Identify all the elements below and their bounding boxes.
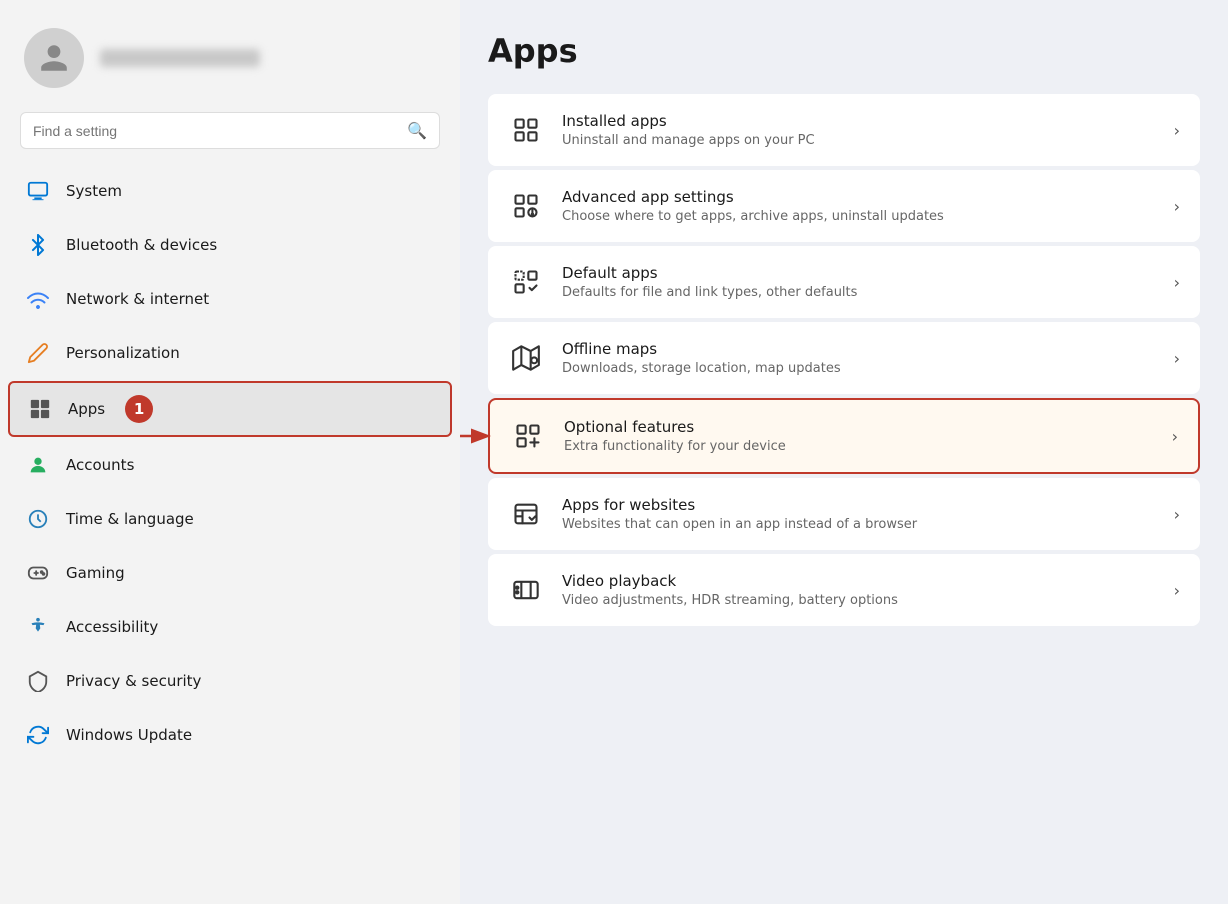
network-icon [24, 285, 52, 313]
settings-item-apps-websites[interactable]: Apps for websites Websites that can open… [488, 478, 1200, 550]
chevron-icon: › [1174, 349, 1180, 368]
pencil-icon [24, 339, 52, 367]
installed-apps-text: Installed apps Uninstall and manage apps… [562, 112, 1156, 148]
advanced-icon [508, 188, 544, 224]
search-box[interactable]: 🔍 [20, 112, 440, 149]
offline-maps-desc: Downloads, storage location, map updates [562, 361, 1156, 376]
sidebar-item-time[interactable]: Time & language [8, 493, 452, 545]
sidebar-item-update[interactable]: Windows Update [8, 709, 452, 761]
chevron-icon: › [1172, 427, 1178, 446]
apps-websites-desc: Websites that can open in an app instead… [562, 517, 1156, 532]
settings-item-video-playback[interactable]: Video playback Video adjustments, HDR st… [488, 554, 1200, 626]
search-icon: 🔍 [407, 121, 427, 140]
sidebar-item-privacy[interactable]: Privacy & security [8, 655, 452, 707]
optional-features-desc: Extra functionality for your device [564, 439, 1154, 454]
chevron-icon: › [1174, 273, 1180, 292]
apps-icon [26, 395, 54, 423]
apps-websites-icon [508, 496, 544, 532]
time-icon [24, 505, 52, 533]
sidebar-item-bluetooth[interactable]: Bluetooth & devices [8, 219, 452, 271]
update-icon [24, 721, 52, 749]
search-input[interactable] [33, 123, 399, 139]
sidebar-item-label: Gaming [66, 564, 125, 582]
settings-item-advanced[interactable]: Advanced app settings Choose where to ge… [488, 170, 1200, 242]
badge-1: 1 [125, 395, 153, 423]
offline-maps-title: Offline maps [562, 340, 1156, 358]
settings-item-installed-apps[interactable]: Installed apps Uninstall and manage apps… [488, 94, 1200, 166]
sidebar-item-gaming[interactable]: Gaming [8, 547, 452, 599]
offline-maps-text: Offline maps Downloads, storage location… [562, 340, 1156, 376]
chevron-icon: › [1174, 197, 1180, 216]
settings-item-default-apps[interactable]: Default apps Defaults for file and link … [488, 246, 1200, 318]
sidebar-item-label: Accessibility [66, 618, 158, 636]
apps-websites-text: Apps for websites Websites that can open… [562, 496, 1156, 532]
sidebar-item-network[interactable]: Network & internet [8, 273, 452, 325]
sidebar-item-label: Accounts [66, 456, 134, 474]
page-title: Apps [488, 32, 1200, 70]
sidebar-item-label: System [66, 182, 122, 200]
default-apps-icon [508, 264, 544, 300]
video-playback-desc: Video adjustments, HDR streaming, batter… [562, 593, 1156, 608]
settings-item-optional-features[interactable]: 2 Optional features Extra functionality … [488, 398, 1200, 474]
sidebar-item-label: Privacy & security [66, 672, 201, 690]
bluetooth-icon [24, 231, 52, 259]
accessibility-icon [24, 613, 52, 641]
sidebar-item-label: Time & language [66, 510, 194, 528]
optional-features-icon [510, 418, 546, 454]
installed-apps-desc: Uninstall and manage apps on your PC [562, 133, 1156, 148]
sidebar-item-label: Apps [68, 400, 105, 418]
sidebar-item-label: Network & internet [66, 290, 209, 308]
apps-websites-title: Apps for websites [562, 496, 1156, 514]
sidebar-item-apps[interactable]: Apps 1 [8, 381, 452, 437]
sidebar-item-label: Windows Update [66, 726, 192, 744]
sidebar-item-label: Personalization [66, 344, 180, 362]
main-content: Apps Installed apps Uninstall and manage… [460, 0, 1228, 904]
optional-features-text: Optional features Extra functionality fo… [564, 418, 1154, 454]
sidebar-header [0, 0, 460, 108]
default-apps-desc: Defaults for file and link types, other … [562, 285, 1156, 300]
arrow-2 [460, 426, 494, 446]
chevron-icon: › [1174, 121, 1180, 140]
user-icon [38, 42, 70, 74]
system-icon [24, 177, 52, 205]
installed-apps-title: Installed apps [562, 112, 1156, 130]
sidebar: 🔍 System Bluetooth & devices [0, 0, 460, 904]
annotation-2: 2 [460, 422, 494, 450]
privacy-icon [24, 667, 52, 695]
offline-maps-icon [508, 340, 544, 376]
default-apps-title: Default apps [562, 264, 1156, 282]
installed-apps-icon [508, 112, 544, 148]
chevron-icon: › [1174, 505, 1180, 524]
video-playback-title: Video playback [562, 572, 1156, 590]
chevron-icon: › [1174, 581, 1180, 600]
user-name [100, 49, 260, 67]
avatar [24, 28, 84, 88]
sidebar-item-label: Bluetooth & devices [66, 236, 217, 254]
advanced-text: Advanced app settings Choose where to ge… [562, 188, 1156, 224]
settings-item-offline-maps[interactable]: Offline maps Downloads, storage location… [488, 322, 1200, 394]
settings-list: Installed apps Uninstall and manage apps… [488, 94, 1200, 626]
advanced-title: Advanced app settings [562, 188, 1156, 206]
optional-features-title: Optional features [564, 418, 1154, 436]
sidebar-item-system[interactable]: System [8, 165, 452, 217]
default-apps-text: Default apps Defaults for file and link … [562, 264, 1156, 300]
sidebar-item-accessibility[interactable]: Accessibility [8, 601, 452, 653]
advanced-desc: Choose where to get apps, archive apps, … [562, 209, 1156, 224]
sidebar-item-accounts[interactable]: Accounts [8, 439, 452, 491]
sidebar-item-personalization[interactable]: Personalization [8, 327, 452, 379]
video-playback-text: Video playback Video adjustments, HDR st… [562, 572, 1156, 608]
video-playback-icon [508, 572, 544, 608]
gaming-icon [24, 559, 52, 587]
nav-list: System Bluetooth & devices Network & int… [0, 165, 460, 761]
accounts-icon [24, 451, 52, 479]
